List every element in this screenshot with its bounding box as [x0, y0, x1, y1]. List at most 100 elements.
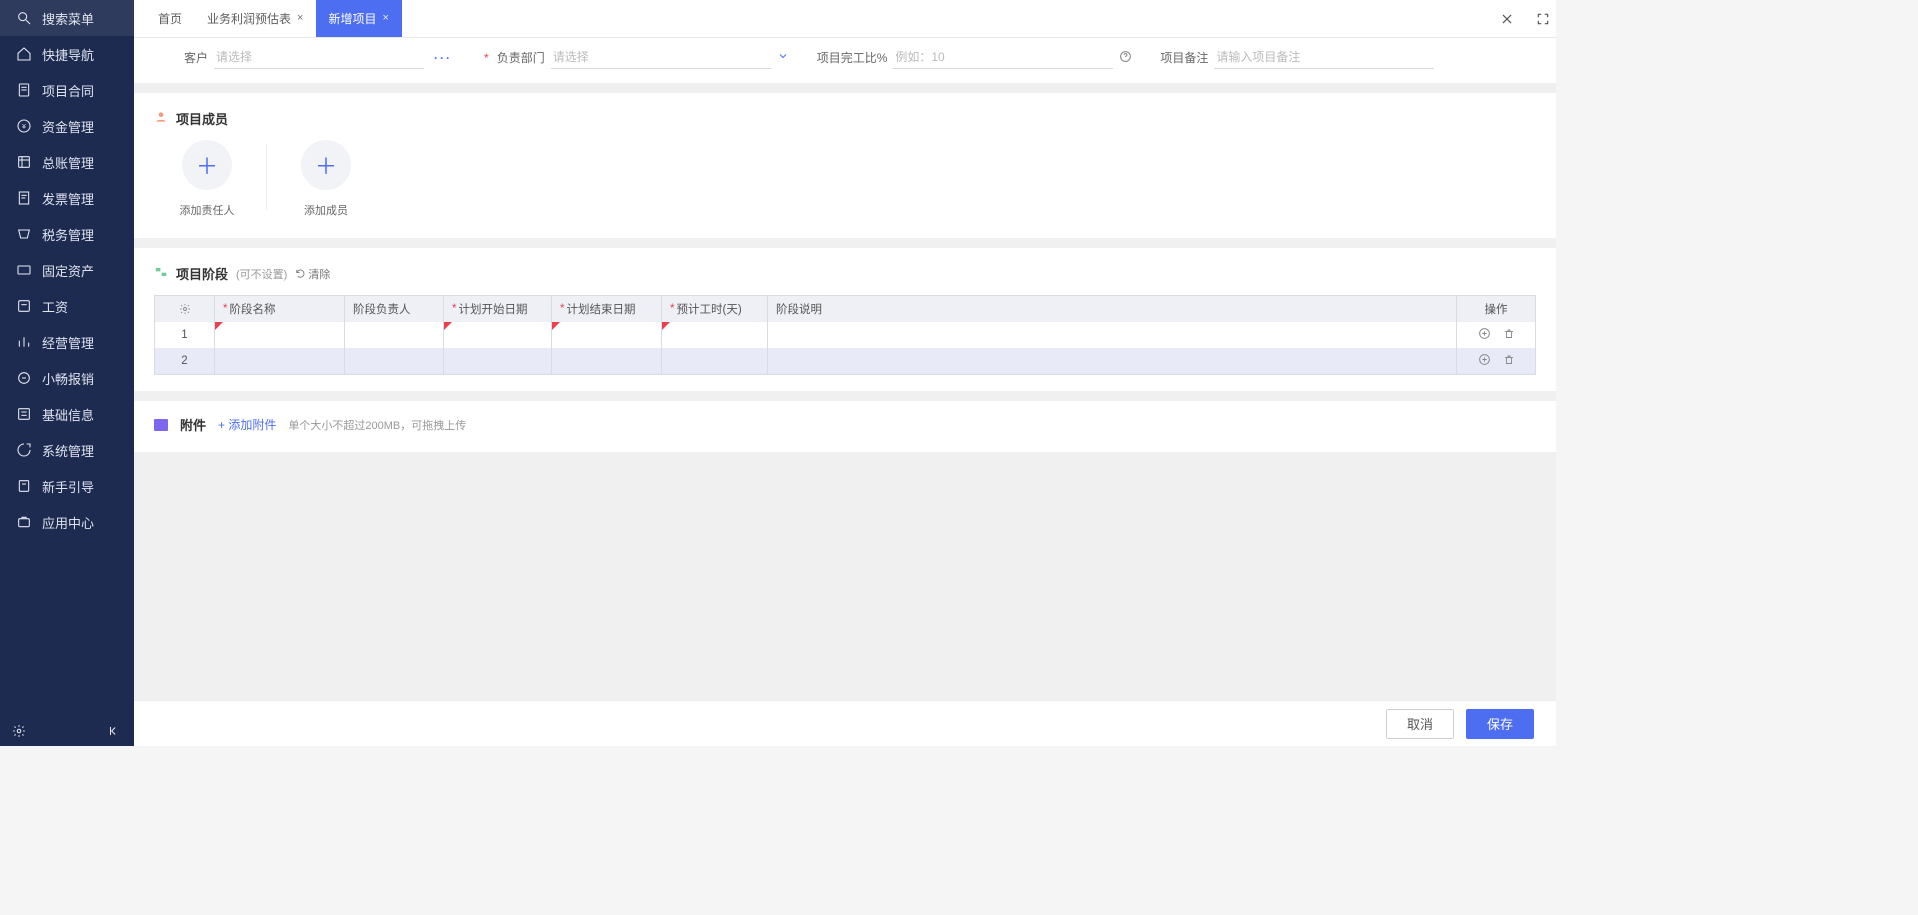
cell-owner[interactable]	[345, 348, 444, 374]
sidebar-item-fund[interactable]: ¥ 资金管理	[0, 108, 134, 144]
dept-input[interactable]	[551, 46, 771, 69]
required-mark: *	[484, 51, 489, 65]
add-member-button[interactable]: ＋	[301, 140, 351, 190]
chart-icon	[16, 334, 32, 350]
close-icon[interactable]: ×	[382, 12, 388, 24]
section-stages-head: 项目阶段 (可不设置) 清除	[134, 248, 1556, 295]
sidebar-item-invoice[interactable]: 发票管理	[0, 180, 134, 216]
col-end: *计划结束日期	[552, 296, 662, 322]
add-row-icon[interactable]	[1478, 327, 1491, 343]
stage-table-wrap: *阶段名称 阶段负责人 *计划开始日期 *计划结束日期 *预计工时(天) 阶段说…	[134, 295, 1556, 391]
tab-label: 新增项目	[328, 10, 376, 27]
cell-hours[interactable]	[662, 348, 768, 374]
cell-start[interactable]	[444, 322, 552, 348]
asset-icon	[16, 262, 32, 278]
cell-name[interactable]	[215, 348, 345, 374]
tabs-bar: 首页 业务利润预估表 × 新增项目 ×	[134, 0, 1556, 38]
add-owner: ＋ 添加责任人	[154, 140, 260, 218]
sidebar-item-label: 新手引导	[42, 477, 94, 496]
help-icon[interactable]	[1119, 50, 1132, 66]
tab-profit-estimate[interactable]: 业务利润预估表 ×	[195, 0, 316, 37]
col-hours: *预计工时(天)	[662, 296, 768, 322]
stage-icon	[154, 265, 168, 282]
cell-end[interactable]	[552, 322, 662, 348]
field-customer: 客户 ···	[184, 46, 456, 69]
cell-desc[interactable]	[768, 348, 1456, 374]
customer-input[interactable]	[214, 46, 424, 69]
main: 首页 业务利润预估表 × 新增项目 × 客户	[134, 0, 1556, 746]
percent-input[interactable]	[893, 46, 1113, 69]
person-icon	[154, 110, 168, 127]
settings-icon[interactable]	[12, 724, 26, 741]
clear-stages-button[interactable]: 清除	[295, 266, 330, 282]
sidebar-item-label: 搜索菜单	[42, 9, 94, 28]
fullscreen-icon[interactable]	[1534, 10, 1552, 28]
sidebar-item-salary[interactable]: 工资	[0, 288, 134, 324]
sidebar-item-asset[interactable]: 固定资产	[0, 252, 134, 288]
cancel-button[interactable]: 取消	[1386, 709, 1454, 739]
required-indicator	[444, 322, 452, 330]
table-row[interactable]: 2	[155, 348, 1456, 374]
col-gear[interactable]	[155, 296, 215, 322]
sidebar-item-sys[interactable]: 系统管理	[0, 432, 134, 468]
section-title: 项目成员	[176, 109, 228, 128]
save-button[interactable]: 保存	[1466, 709, 1534, 739]
members-row: ＋ 添加责任人 ＋ 添加成员	[134, 140, 1556, 238]
system-icon	[16, 442, 32, 458]
row-index: 2	[155, 348, 215, 374]
remark-input[interactable]	[1214, 46, 1434, 69]
close-icon[interactable]: ×	[297, 12, 303, 24]
required-indicator	[215, 322, 223, 330]
attachment-hint: 单个大小不超过200MB，可拖拽上传	[288, 417, 466, 433]
row-index: 1	[155, 322, 215, 348]
more-icon[interactable]: ···	[430, 51, 456, 65]
close-panel-icon[interactable]	[1498, 10, 1516, 28]
sidebar-item-reimb[interactable]: 小畅报销	[0, 360, 134, 396]
sidebar-item-label: 固定资产	[42, 261, 94, 280]
cell-name[interactable]	[215, 322, 345, 348]
cell-end[interactable]	[552, 348, 662, 374]
salary-icon	[16, 298, 32, 314]
sidebar-item-base[interactable]: 基础信息	[0, 396, 134, 432]
section-title: 项目阶段	[176, 264, 228, 283]
sidebar-footer	[0, 718, 134, 746]
document-icon	[16, 82, 32, 98]
delete-row-icon[interactable]	[1503, 328, 1515, 343]
sidebar-item-tax[interactable]: 税务管理	[0, 216, 134, 252]
section-attachments: 附件 + 添加附件 单个大小不超过200MB，可拖拽上传	[134, 401, 1556, 452]
cell-desc[interactable]	[768, 322, 1456, 348]
col-start: *计划开始日期	[444, 296, 552, 322]
add-attachment-button[interactable]: + 添加附件	[218, 416, 276, 433]
delete-row-icon[interactable]	[1503, 354, 1515, 369]
sidebar-item-contract[interactable]: 项目合同	[0, 72, 134, 108]
col-owner: 阶段负责人	[345, 296, 444, 322]
col-name: *阶段名称	[215, 296, 345, 322]
table-row[interactable]: 1	[155, 322, 1456, 348]
cell-hours[interactable]	[662, 322, 768, 348]
apps-icon	[16, 514, 32, 530]
cell-start[interactable]	[444, 348, 552, 374]
add-row-icon[interactable]	[1478, 353, 1491, 369]
sidebar-item-search[interactable]: 搜索菜单	[0, 0, 134, 36]
tab-new-project[interactable]: 新增项目 ×	[316, 0, 401, 37]
field-label: 项目完工比%	[817, 49, 888, 66]
table-header: *阶段名称 阶段负责人 *计划开始日期 *计划结束日期 *预计工时(天) 阶段说…	[155, 296, 1456, 322]
section-members-head: 项目成员	[134, 93, 1556, 140]
folder-icon	[154, 419, 168, 431]
svg-text:¥: ¥	[22, 124, 26, 131]
add-owner-button[interactable]: ＋	[182, 140, 232, 190]
collapse-icon[interactable]	[106, 724, 122, 741]
cell-owner[interactable]	[345, 322, 444, 348]
sidebar-item-ledger[interactable]: 总账管理	[0, 144, 134, 180]
sidebar-item-apps[interactable]: 应用中心	[0, 504, 134, 540]
tab-home[interactable]: 首页	[146, 0, 195, 37]
home-icon	[16, 46, 32, 62]
sidebar-item-label: 小畅报销	[42, 369, 94, 388]
field-label: 客户	[184, 49, 208, 66]
sidebar-item-quick[interactable]: 快捷导航	[0, 36, 134, 72]
sidebar-item-guide[interactable]: 新手引导	[0, 468, 134, 504]
chevron-down-icon[interactable]	[777, 50, 789, 65]
footer: 取消 保存	[134, 700, 1556, 746]
section-hint: (可不设置)	[236, 266, 287, 282]
sidebar-item-biz[interactable]: 经营管理	[0, 324, 134, 360]
